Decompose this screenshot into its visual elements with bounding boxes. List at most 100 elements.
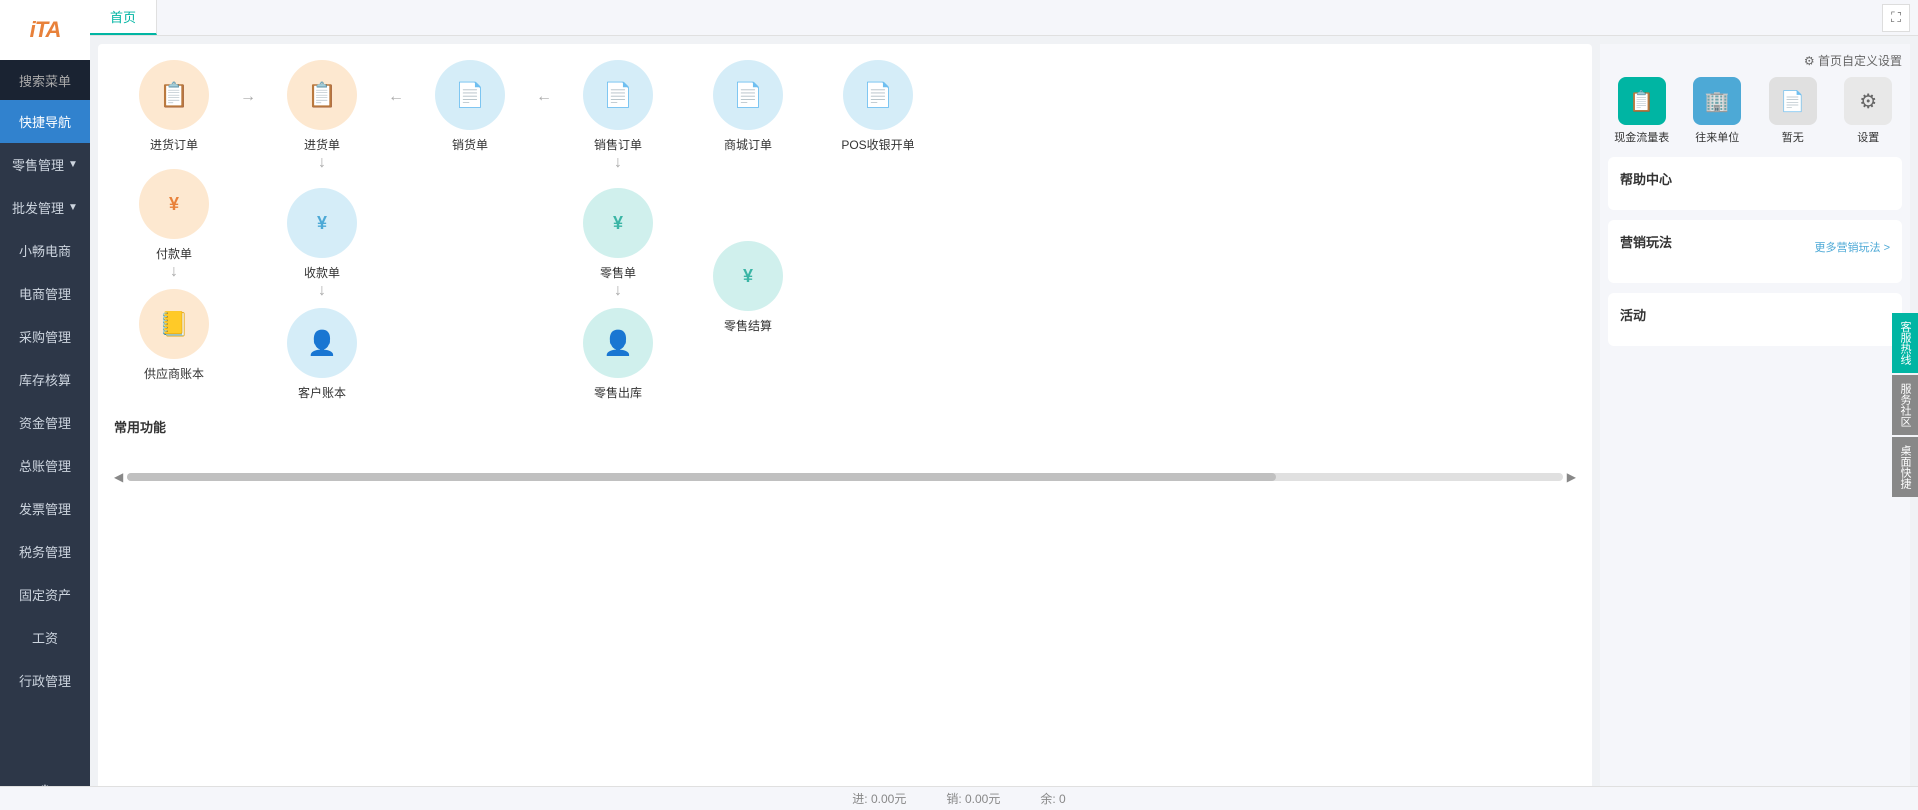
scroll-left[interactable]: ◀ <box>114 470 123 484</box>
sales-icon: 📄 <box>435 60 505 130</box>
content-area: 📋 进货订单 ¥ 付款单 ↓ 📒 供应商账本 <box>90 36 1918 810</box>
marketing-header: 营销玩法 更多营销玩法 > <box>1620 232 1890 261</box>
scroll-right[interactable]: ▶ <box>1567 470 1576 484</box>
tab-home[interactable]: 首页 <box>90 0 157 35</box>
flow-col-3: 📄 销货单 <box>410 60 530 153</box>
activity-card: 活动 <box>1608 293 1902 346</box>
float-btn-service[interactable]: 客服热线 <box>1892 313 1918 373</box>
sidebar-item-5[interactable]: 采购管理 <box>0 315 90 358</box>
bottom-hint-bar: 进: 0.00元 销: 0.00元 余: 0 <box>90 786 1918 810</box>
flow-node-retail[interactable]: ¥ 零售单 <box>558 188 678 281</box>
sidebar-item-6[interactable]: 库存核算 <box>0 358 90 401</box>
search-menu[interactable]: 搜索菜单 <box>0 60 90 100</box>
expand-icon: ⛶ <box>1891 9 1901 26</box>
marketing-card: 营销玩法 更多营销玩法 > <box>1608 220 1902 283</box>
down-arrow-2: ↓ <box>170 262 178 281</box>
retail-out-icon: 👤 <box>583 308 653 378</box>
flow-node-retail-settle[interactable]: ¥ 零售结算 <box>688 241 808 334</box>
right-panel: ⚙ 首页自定义设置 📋 现金流量表 🏢 往来单位 📄暂无 ⚙ 设置 帮助中心 营销玩法 更多… <box>1600 44 1910 802</box>
tab-actions: ⛶ <box>1882 4 1918 32</box>
down-arrow-4: ↓ <box>318 281 326 300</box>
sidebar-item-4[interactable]: 电商管理 <box>0 272 90 315</box>
arrow-connector-1: → <box>234 60 262 130</box>
scroll-bar: ◀ ▶ <box>114 470 1576 484</box>
chevron-down-icon: ▼ <box>68 202 78 213</box>
search-menu-label: 搜索菜单 <box>19 71 71 90</box>
supplier-account-icon: 📒 <box>139 289 209 359</box>
hint-purchase: 进: 0.00元 <box>852 790 906 807</box>
quick-icons-row: 📋 现金流量表 🏢 往来单位 📄暂无 ⚙ 设置 <box>1608 77 1902 145</box>
quick-icon-box-3: ⚙ <box>1844 77 1892 125</box>
float-buttons: 客服热线 服务社区 桌面快捷 <box>1892 313 1918 497</box>
tabbar: 首页 ⛶ <box>90 0 1918 36</box>
sidebar-item-9[interactable]: 发票管理 <box>0 487 90 530</box>
right-arrow-1: → <box>234 88 262 106</box>
quick-icon-2[interactable]: 📄暂无 <box>1759 77 1827 145</box>
flow-diagram: 📋 进货订单 ¥ 付款单 ↓ 📒 供应商账本 <box>114 60 1576 401</box>
arrow-connector-3: ← <box>530 60 558 130</box>
sidebar-item-10[interactable]: 税务管理 <box>0 530 90 573</box>
common-functions-title: 常用功能 <box>114 417 1576 436</box>
left-panel: 📋 进货订单 ¥ 付款单 ↓ 📒 供应商账本 <box>98 44 1592 802</box>
more-marketing-link[interactable]: 更多营销玩法 > <box>1815 239 1890 255</box>
flow-node-purchase-order[interactable]: 📋 进货订单 <box>114 60 234 153</box>
flow-node-receipt[interactable]: ¥ 收款单 <box>262 188 382 281</box>
home-customize-label: ⚙ 首页自定义设置 <box>1804 52 1902 69</box>
help-center-card: 帮助中心 <box>1608 157 1902 210</box>
float-btn-desktop[interactable]: 桌面快捷 <box>1892 437 1918 497</box>
sales-order-icon: 📄 <box>583 60 653 130</box>
flow-node-customer-account[interactable]: 👤 客户账本 <box>262 308 382 401</box>
purchase-order-icon: 📋 <box>139 60 209 130</box>
expand-button[interactable]: ⛶ <box>1882 4 1910 32</box>
marketing-title: 营销玩法 <box>1620 232 1672 251</box>
sidebar-item-12[interactable]: 工资 <box>0 616 90 659</box>
flow-col-1: 📋 进货订单 ¥ 付款单 ↓ 📒 供应商账本 <box>114 60 234 382</box>
activity-title: 活动 <box>1620 305 1890 324</box>
left-arrow-1: ← <box>382 88 410 106</box>
quick-icon-box-0: 📋 <box>1618 77 1666 125</box>
flow-node-payment[interactable]: ¥ 付款单 <box>114 169 234 262</box>
float-btn-community[interactable]: 服务社区 <box>1892 375 1918 435</box>
quick-icon-label-1: 往来单位 <box>1695 129 1739 145</box>
scroll-track[interactable] <box>127 473 1563 481</box>
sidebar-item-1[interactable]: 零售管理▼ <box>0 143 90 186</box>
sidebar-item-0[interactable]: 快捷导航 <box>0 100 90 143</box>
flow-row-1: 📋 进货订单 ¥ 付款单 ↓ 📒 供应商账本 <box>114 60 1576 401</box>
sidebar-item-3[interactable]: 小畅电商 <box>0 229 90 272</box>
main-area: 首页 ⛶ 📋 进货订单 <box>90 0 1918 810</box>
quick-icon-0[interactable]: 📋 现金流量表 <box>1608 77 1676 145</box>
quick-icon-3[interactable]: ⚙ 设置 <box>1835 77 1903 145</box>
quick-icon-1[interactable]: 🏢 往来单位 <box>1684 77 1752 145</box>
retail-settle-icon: ¥ <box>713 241 783 311</box>
flow-col-4: 📄 销售订单 ↓ ¥ 零售单 ↓ 👤 零售出库 <box>558 60 678 401</box>
flow-node-purchase[interactable]: 📋 进货单 <box>262 60 382 153</box>
sidebar-nav: 快捷导航零售管理▼批发管理▼小畅电商电商管理采购管理库存核算资金管理总账管理发票… <box>0 100 90 770</box>
payment-icon: ¥ <box>139 169 209 239</box>
purchase-icon: 📋 <box>287 60 357 130</box>
flow-node-sales[interactable]: 📄 销货单 <box>410 60 530 153</box>
sidebar-item-7[interactable]: 资金管理 <box>0 401 90 444</box>
logo-area: iTA <box>0 0 90 60</box>
hint-sales: 销: 0.00元 <box>946 790 1000 807</box>
sidebar-item-11[interactable]: 固定资产 <box>0 573 90 616</box>
flow-node-supplier-account[interactable]: 📒 供应商账本 <box>114 289 234 382</box>
flow-col-5: 📄 商城订单 ¥ 零售结算 <box>688 60 808 334</box>
sidebar-item-13[interactable]: 行政管理 <box>0 659 90 702</box>
home-customize-header[interactable]: ⚙ 首页自定义设置 <box>1608 52 1902 69</box>
down-arrow-6: ↓ <box>614 281 622 300</box>
quick-icon-label-3: 设置 <box>1857 129 1879 145</box>
quick-icon-label-0: 现金流量表 <box>1614 129 1669 145</box>
chevron-down-icon: ▼ <box>68 159 78 170</box>
help-center-title: 帮助中心 <box>1620 169 1890 188</box>
retail-icon: ¥ <box>583 188 653 258</box>
sidebar-item-8[interactable]: 总账管理 <box>0 444 90 487</box>
flow-node-retail-out[interactable]: 👤 零售出库 <box>558 308 678 401</box>
flow-node-sales-order[interactable]: 📄 销售订单 <box>558 60 678 153</box>
flow-node-pos[interactable]: 📄 POS收银开单 <box>818 60 938 153</box>
quick-icon-box-1: 🏢 <box>1693 77 1741 125</box>
flow-node-mall-order[interactable]: 📄 商城订单 <box>688 60 808 153</box>
flow-col-6: 📄 POS收银开单 <box>818 60 938 153</box>
quick-icon-label-2: 暂无 <box>1782 129 1804 145</box>
sidebar: iTA 搜索菜单 快捷导航零售管理▼批发管理▼小畅电商电商管理采购管理库存核算资… <box>0 0 90 810</box>
sidebar-item-2[interactable]: 批发管理▼ <box>0 186 90 229</box>
